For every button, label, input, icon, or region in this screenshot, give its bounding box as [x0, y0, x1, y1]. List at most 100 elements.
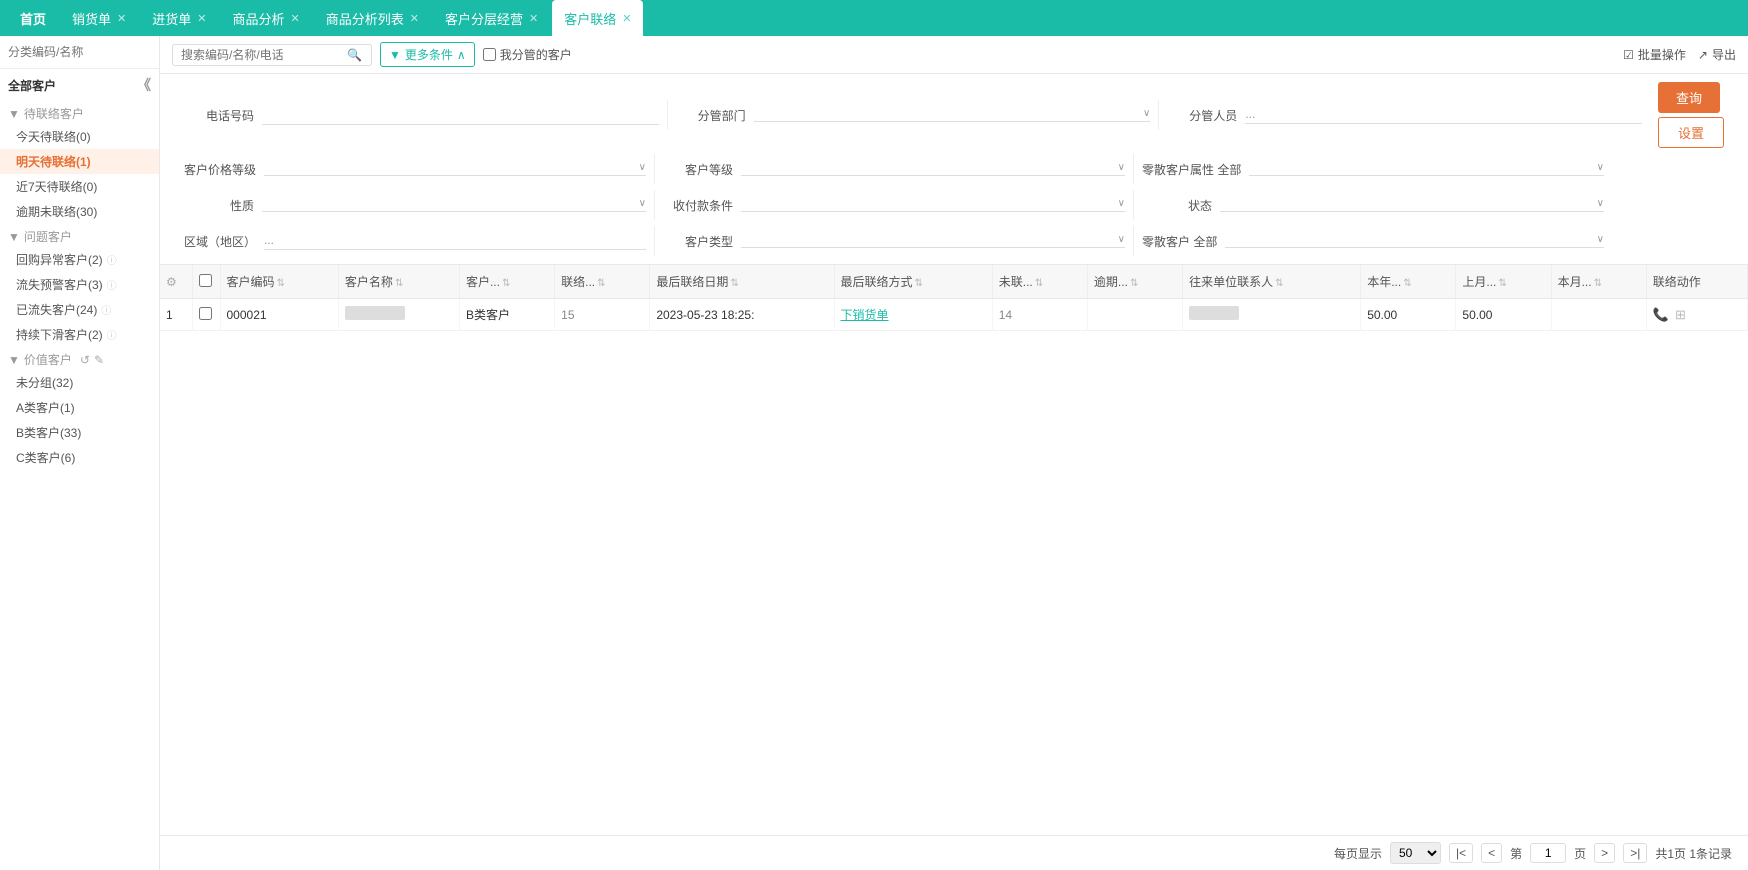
filter-icon: ▼ [389, 48, 401, 62]
filter-price-label: 客户价格等级 [184, 161, 256, 178]
filter-row-2: 客户价格等级 ∨ 客户等级 ∨ 零散客户属性 全部 [176, 154, 1732, 184]
info-icon-2: ⓘ [107, 277, 117, 292]
filter-person-select[interactable]: ... [1245, 107, 1642, 124]
row-select-checkbox[interactable] [199, 307, 212, 320]
close-customer-contact-icon[interactable]: ✕ [622, 12, 631, 25]
filter-cust-level-select[interactable]: ∨ [741, 162, 1125, 176]
price-arrow-icon: ∨ [639, 162, 646, 173]
col-last-month[interactable]: 上月...⇅ [1456, 265, 1551, 299]
col-last-method[interactable]: 最后联络方式⇅ [834, 265, 992, 299]
sidebar-item-churn-warn[interactable]: 流失预警客户(3) ⓘ [0, 272, 159, 297]
table-body: 1 000021 B类客户 15 2023-05-23 18:25: 下销货单 … [160, 299, 1748, 331]
prev-page-btn[interactable]: < [1481, 843, 1502, 863]
filter-nature-select[interactable]: ∨ [262, 198, 646, 212]
refresh-icon[interactable]: ↺ [80, 353, 90, 367]
col-contact-person[interactable]: 往来单位联系人⇅ [1183, 265, 1361, 299]
edit-icon[interactable]: ✎ [94, 353, 104, 367]
last-method-link[interactable]: 下销货单 [841, 308, 889, 322]
first-page-btn[interactable]: |< [1449, 843, 1473, 863]
sidebar-item-abnormal[interactable]: 回购异常客户(2) ⓘ [0, 247, 159, 272]
filter-dept-label: 分管部门 [676, 107, 746, 124]
col-last-date[interactable]: 最后联络日期⇅ [650, 265, 834, 299]
nav-home[interactable]: 首页 [8, 0, 58, 36]
sidebar-item-ungrouped[interactable]: 未分组(32) [0, 370, 159, 395]
my-customer-checkbox-wrap: 我分管的客户 [483, 46, 572, 63]
close-product-analysis-icon[interactable]: ✕ [291, 12, 300, 25]
row-type: B类客户 [459, 299, 554, 331]
sidebar-item-churned[interactable]: 已流失客户(24) ⓘ [0, 297, 159, 322]
filter-price-select[interactable]: ∨ [264, 162, 646, 176]
filter-retail-attr-select[interactable]: ∨ [1249, 162, 1604, 176]
page-label: 第 [1510, 845, 1522, 862]
sidebar-item-declining[interactable]: 持续下滑客户(2) ⓘ [0, 322, 159, 347]
col-type[interactable]: 客户...⇅ [459, 265, 554, 299]
filter-region-select[interactable]: ... [264, 233, 646, 250]
col-overdue[interactable]: 逾期...⇅ [1087, 265, 1182, 299]
filter-dept-select[interactable]: ∨ [754, 108, 1151, 122]
nav-sales[interactable]: 销货单 ✕ [60, 0, 138, 36]
settings-gear-icon[interactable]: ⚙ [166, 275, 177, 289]
filter-cust-type-label: 客户类型 [663, 233, 733, 250]
next-page-btn[interactable]: > [1594, 843, 1615, 863]
phone-action-icon[interactable]: 📞 [1653, 307, 1669, 323]
sidebar-item-7days[interactable]: 近7天待联络(0) [0, 174, 159, 199]
filter-cust-type-select[interactable]: ∨ [741, 234, 1125, 248]
grid-action-icon[interactable]: ⊞ [1675, 307, 1686, 323]
select-all-checkbox[interactable] [199, 274, 212, 287]
sort-last-month-icon: ⇅ [1498, 278, 1506, 289]
per-page-select[interactable]: 50 100 200 [1390, 842, 1441, 864]
filter-nature-label: 性质 [184, 197, 254, 214]
sidebar-item-class-b[interactable]: B类客户(33) [0, 420, 159, 445]
table-row: 1 000021 B类客户 15 2023-05-23 18:25: 下销货单 … [160, 299, 1748, 331]
page-input[interactable] [1530, 843, 1566, 863]
col-action: 联络动作 [1646, 265, 1747, 299]
col-this-month[interactable]: 本月...⇅ [1551, 265, 1646, 299]
checkbox-icon: ☑ [1623, 48, 1634, 62]
filter-phone-input[interactable] [262, 106, 659, 125]
col-code[interactable]: 客户编码⇅ [220, 265, 338, 299]
close-customer-tier-icon[interactable]: ✕ [529, 12, 538, 25]
nav-purchase[interactable]: 进货单 ✕ [140, 0, 218, 36]
filter-cust-level: 客户等级 ∨ [655, 161, 1133, 178]
col-uncontacted[interactable]: 未联...⇅ [992, 265, 1087, 299]
close-sales-icon[interactable]: ✕ [117, 12, 126, 25]
search-btn-icon[interactable]: 🔍 [347, 48, 362, 62]
filter-retail-select[interactable]: ∨ [1225, 234, 1604, 248]
triangle-icon-2: ▼ [8, 230, 20, 244]
nav-product-list[interactable]: 商品分析列表 ✕ [314, 0, 431, 36]
nav-product-analysis[interactable]: 商品分析 ✕ [220, 0, 311, 36]
col-this-year[interactable]: 本年...⇅ [1361, 265, 1456, 299]
nav-customer-contact[interactable]: 客户联络 ✕ [552, 0, 643, 36]
col-contacts[interactable]: 联络...⇅ [555, 265, 650, 299]
sort-this-year-icon: ⇅ [1403, 278, 1411, 289]
more-filter-btn[interactable]: ▼ 更多条件 ∧ [380, 42, 475, 67]
search-input[interactable] [181, 48, 341, 62]
payment-arrow-icon: ∨ [1118, 198, 1125, 209]
filter-payment-label: 收付款条件 [663, 197, 733, 214]
filter-payment-select[interactable]: ∨ [741, 198, 1125, 212]
data-table-wrap: ⚙ 客户编码⇅ 客户名称⇅ 客户...⇅ 联络...⇅ 最后联络日期⇅ 最后联络… [160, 265, 1748, 835]
close-product-list-icon[interactable]: ✕ [410, 12, 419, 25]
filter-status-select[interactable]: ∨ [1220, 198, 1604, 212]
close-purchase-icon[interactable]: ✕ [197, 12, 206, 25]
last-page-btn[interactable]: >| [1623, 843, 1647, 863]
sort-uncontacted-icon: ⇅ [1035, 278, 1043, 289]
table-footer: 每页显示 50 100 200 |< < 第 页 > >| 共1页 1条记录 [160, 835, 1748, 870]
batch-op-btn[interactable]: ☑ 批量操作 [1623, 46, 1686, 63]
col-name[interactable]: 客户名称⇅ [338, 265, 459, 299]
export-btn[interactable]: ↗ 导出 [1698, 46, 1736, 63]
sidebar-item-class-c[interactable]: C类客户(6) [0, 445, 159, 470]
row-this-year: 50.00 [1361, 299, 1456, 331]
sidebar-search-input[interactable] [8, 45, 160, 59]
sidebar-item-today[interactable]: 今天待联络(0) [0, 124, 159, 149]
my-customer-checkbox[interactable] [483, 48, 496, 61]
setting-button[interactable]: 设置 [1658, 117, 1724, 148]
sort-name-icon: ⇅ [395, 278, 403, 289]
sidebar-item-class-a[interactable]: A类客户(1) [0, 395, 159, 420]
sidebar: 🔍 全部客户 《 ▼ 待联络客户 今天待联络(0) 明天待联络(1) 近7天待联… [0, 36, 160, 870]
sidebar-item-tomorrow[interactable]: 明天待联络(1) [0, 149, 159, 174]
all-customers-title[interactable]: 全部客户 《 [0, 69, 159, 101]
sidebar-item-overdue[interactable]: 逾期未联络(30) [0, 199, 159, 224]
nav-customer-tier[interactable]: 客户分层经营 ✕ [433, 0, 550, 36]
query-button[interactable]: 查询 [1658, 82, 1720, 113]
